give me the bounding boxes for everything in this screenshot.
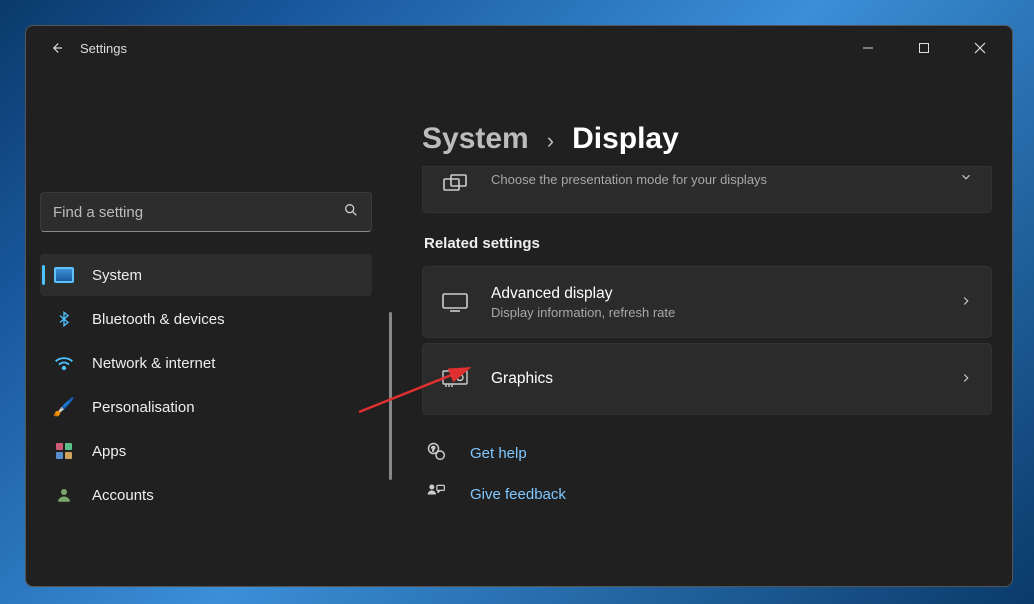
help-icon: ?	[426, 441, 448, 466]
monitor-icon	[54, 265, 74, 285]
close-icon	[974, 42, 986, 54]
close-button[interactable]	[966, 34, 994, 62]
sidebar-item-label: Personalisation	[92, 399, 195, 416]
link-label[interactable]: Get help	[470, 445, 527, 462]
brush-icon: 🖌️	[54, 397, 74, 417]
get-help-link[interactable]: ? Get help	[422, 441, 1006, 466]
person-icon	[54, 485, 74, 505]
nav: System Bluetooth & devices Network & int…	[40, 254, 372, 516]
search-input[interactable]	[53, 204, 343, 221]
sidebar-item-bluetooth[interactable]: Bluetooth & devices	[40, 298, 372, 340]
duplicate-displays-icon	[441, 170, 469, 198]
chevron-right-icon: ›	[547, 128, 554, 154]
sidebar-item-system[interactable]: System	[40, 254, 372, 296]
chevron-right-icon	[959, 371, 973, 388]
setting-row-graphics[interactable]: Graphics	[422, 343, 992, 415]
chevron-right-icon	[959, 294, 973, 311]
setting-row-multiple-displays[interactable]: Choose the presentation mode for your di…	[422, 166, 992, 213]
setting-row-title: Graphics	[491, 370, 937, 388]
main-content: System › Display Choose the presentation…	[386, 70, 1012, 586]
titlebar: Settings	[26, 26, 1012, 70]
apps-icon	[54, 441, 74, 461]
sidebar: System Bluetooth & devices Network & int…	[26, 70, 386, 586]
sidebar-item-label: Network & internet	[92, 355, 215, 372]
sidebar-item-label: Bluetooth & devices	[92, 311, 225, 328]
link-label[interactable]: Give feedback	[470, 486, 566, 503]
sidebar-item-accounts[interactable]: Accounts	[40, 474, 372, 516]
search-icon	[343, 202, 359, 223]
give-feedback-link[interactable]: Give feedback	[422, 482, 1006, 507]
sidebar-item-label: Accounts	[92, 487, 154, 504]
section-heading-related: Related settings	[424, 235, 1006, 252]
bluetooth-icon	[54, 309, 74, 329]
help-links: ? Get help Give feedback	[422, 441, 1006, 507]
back-button[interactable]	[40, 32, 72, 64]
sidebar-item-personalisation[interactable]: 🖌️ Personalisation	[40, 386, 372, 428]
search-box[interactable]	[40, 192, 372, 232]
minimize-button[interactable]	[854, 34, 882, 62]
sidebar-item-label: Apps	[92, 443, 126, 460]
maximize-icon	[918, 42, 930, 54]
breadcrumb: System › Display	[422, 122, 1006, 156]
chevron-down-icon	[959, 170, 973, 187]
arrow-left-icon	[47, 39, 65, 57]
breadcrumb-parent[interactable]: System	[422, 122, 529, 156]
window-controls	[854, 34, 1004, 62]
display-icon	[441, 288, 469, 316]
svg-text:?: ?	[431, 446, 435, 453]
minimize-icon	[862, 42, 874, 54]
setting-row-title: Advanced display	[491, 285, 937, 303]
graphics-card-icon	[441, 365, 469, 393]
sidebar-item-apps[interactable]: Apps	[40, 430, 372, 472]
maximize-button[interactable]	[910, 34, 938, 62]
app-title: Settings	[80, 41, 127, 56]
breadcrumb-current: Display	[572, 122, 679, 156]
wifi-icon	[54, 353, 74, 373]
sidebar-item-label: System	[92, 267, 142, 284]
feedback-icon	[426, 482, 448, 507]
setting-row-advanced-display[interactable]: Advanced display Display information, re…	[422, 266, 992, 338]
setting-row-subtitle: Display information, refresh rate	[491, 305, 937, 320]
settings-window: Settings Sy	[25, 25, 1013, 587]
sidebar-item-network[interactable]: Network & internet	[40, 342, 372, 384]
setting-row-subtitle: Choose the presentation mode for your di…	[491, 172, 937, 187]
